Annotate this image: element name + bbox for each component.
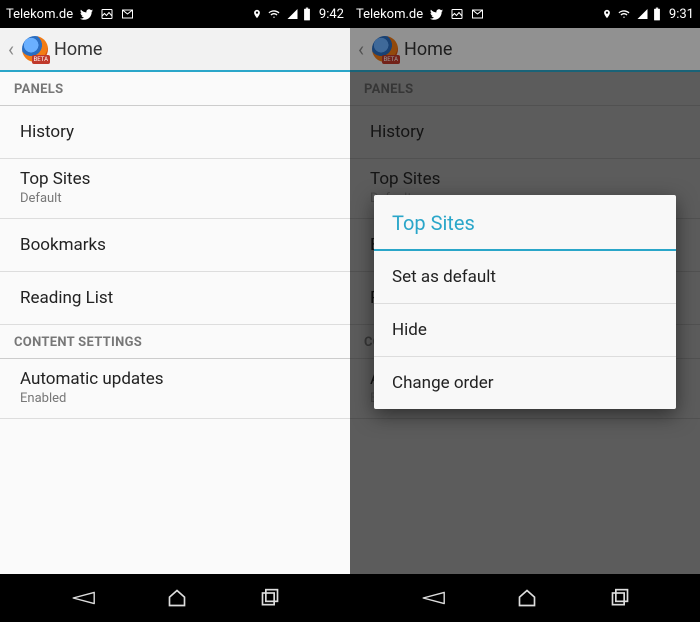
automatic-updates-label: Automatic updates xyxy=(20,369,330,389)
home-button[interactable] xyxy=(515,588,539,608)
panel-top-sites[interactable]: Top Sites Default xyxy=(0,159,350,219)
context-dialog: Top Sites Set as default Hide Change ord… xyxy=(374,195,676,409)
phone-left: Telekom.de 9:42 xyxy=(0,0,350,622)
action-bar: ‹ BETA Home xyxy=(0,28,350,72)
nav-bar xyxy=(350,574,700,622)
panel-bookmarks-label: Bookmarks xyxy=(20,235,330,255)
page-title: Home xyxy=(54,39,102,60)
signal-icon xyxy=(286,8,299,20)
panel-reading-list[interactable]: Reading List xyxy=(0,272,350,325)
carrier-label: Telekom.de xyxy=(356,7,423,22)
panel-top-sites-label: Top Sites xyxy=(20,169,330,189)
clock-label: 9:31 xyxy=(669,7,694,22)
automatic-updates-sub: Enabled xyxy=(20,391,330,406)
panels-section-header: PANELS xyxy=(0,72,350,106)
carrier-label: Telekom.de xyxy=(6,7,73,22)
recent-apps-button[interactable] xyxy=(608,588,632,608)
recent-apps-button[interactable] xyxy=(258,588,282,608)
back-icon[interactable]: ‹ xyxy=(6,37,16,61)
signal-icon xyxy=(636,8,649,20)
panel-top-sites-sub: Default xyxy=(20,191,330,206)
automatic-updates[interactable]: Automatic updates Enabled xyxy=(0,359,350,419)
nav-bar xyxy=(0,574,350,622)
wifi-icon xyxy=(616,8,632,20)
dialog-title: Top Sites xyxy=(374,195,676,251)
mail-icon xyxy=(470,8,485,20)
dialog-option-change-order[interactable]: Change order xyxy=(374,357,676,409)
battery-icon xyxy=(303,7,311,21)
firefox-app-icon[interactable]: BETA xyxy=(22,36,48,62)
image-icon xyxy=(100,8,114,20)
phone-right: Telekom.de 9:31 xyxy=(350,0,700,622)
status-bar: Telekom.de 9:42 xyxy=(0,0,350,28)
image-icon xyxy=(450,8,464,20)
clock-label: 9:42 xyxy=(319,7,344,22)
wifi-icon xyxy=(266,8,282,20)
panel-bookmarks[interactable]: Bookmarks xyxy=(0,219,350,272)
twitter-icon xyxy=(429,8,444,21)
dialog-option-hide[interactable]: Hide xyxy=(374,304,676,357)
settings-content: PANELS History Top Sites Default Bookmar… xyxy=(0,72,350,574)
back-button[interactable] xyxy=(69,588,97,608)
home-button[interactable] xyxy=(165,588,189,608)
panel-reading-list-label: Reading List xyxy=(20,288,330,308)
battery-icon xyxy=(653,7,661,21)
beta-badge: BETA xyxy=(32,55,50,64)
back-button[interactable] xyxy=(419,588,447,608)
status-bar: Telekom.de 9:31 xyxy=(350,0,700,28)
panel-history[interactable]: History xyxy=(0,106,350,159)
mail-icon xyxy=(120,8,135,20)
twitter-icon xyxy=(79,8,94,21)
content-settings-header: CONTENT SETTINGS xyxy=(0,325,350,359)
panel-history-label: History xyxy=(20,122,330,142)
dialog-option-set-default[interactable]: Set as default xyxy=(374,251,676,304)
location-icon xyxy=(602,7,612,21)
location-icon xyxy=(252,7,262,21)
